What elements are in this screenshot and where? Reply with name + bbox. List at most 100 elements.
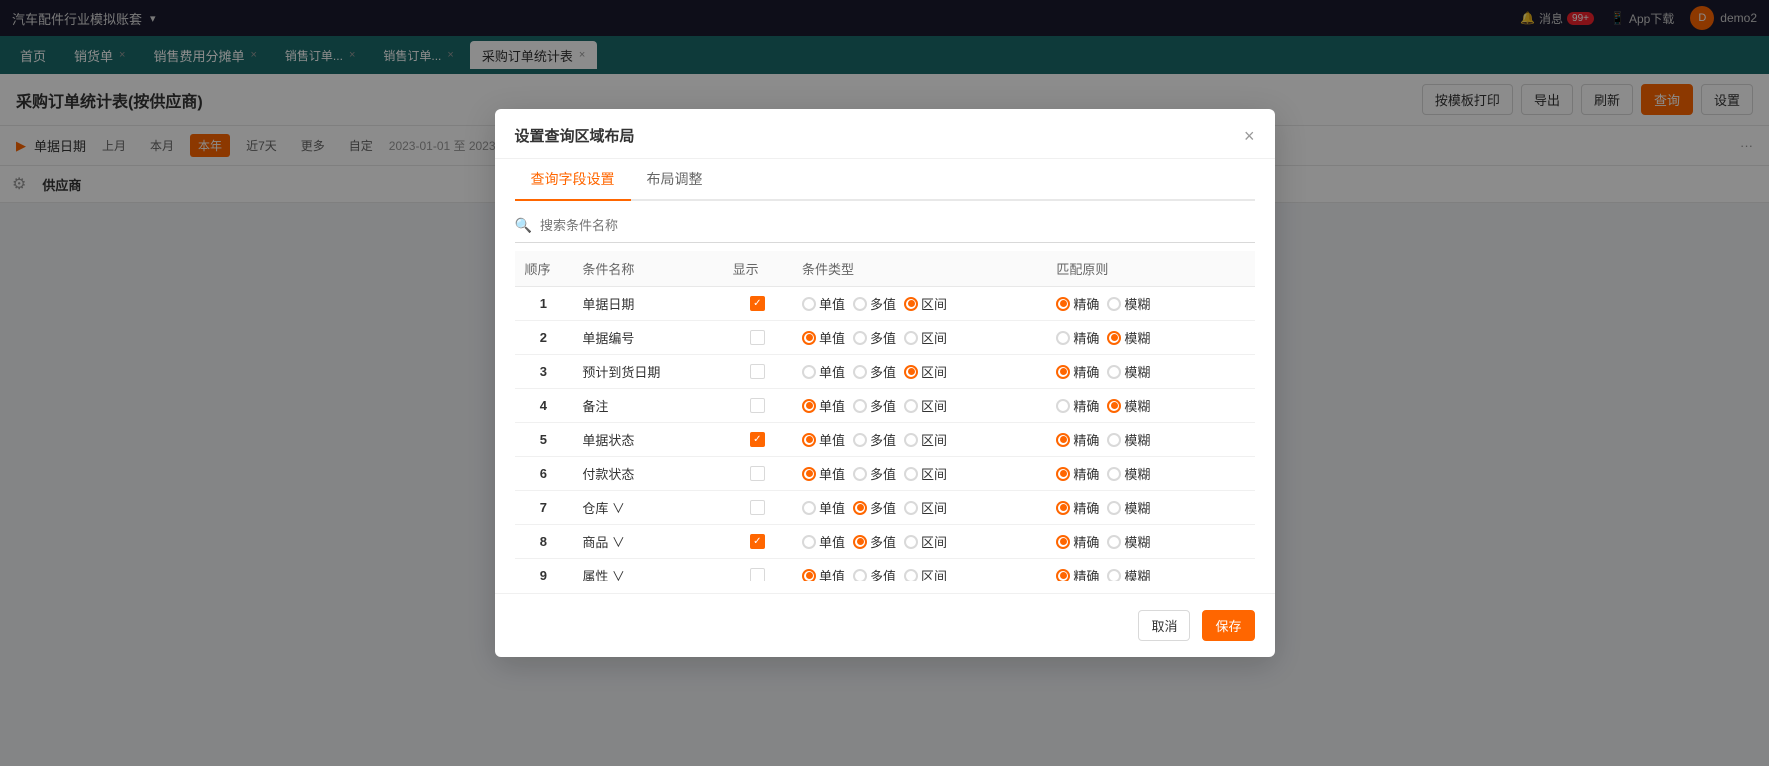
radio-label: 区间 bbox=[921, 294, 947, 313]
type-radio-item[interactable]: 多值 bbox=[853, 362, 896, 381]
type-radio-item[interactable]: 单值 bbox=[802, 294, 845, 313]
match-radio-item[interactable]: 精确 bbox=[1056, 328, 1099, 347]
type-radio-item[interactable]: 多值 bbox=[853, 498, 896, 517]
match-radio-item[interactable]: 模糊 bbox=[1107, 294, 1150, 313]
tab-layout-adjust[interactable]: 布局调整 bbox=[631, 159, 719, 201]
display-checkbox[interactable] bbox=[750, 330, 765, 345]
modal-search-area: 🔍 bbox=[515, 213, 1255, 243]
display-checkbox[interactable] bbox=[750, 398, 765, 413]
cell-display[interactable] bbox=[723, 423, 792, 457]
radio-label: 多值 bbox=[870, 566, 896, 581]
modal-header: 设置查询区域布局 × bbox=[495, 109, 1275, 159]
cell-display[interactable] bbox=[723, 287, 792, 321]
type-radio-item[interactable]: 单值 bbox=[802, 362, 845, 381]
type-radio-item[interactable]: 区间 bbox=[904, 464, 947, 483]
radio-circle bbox=[1107, 399, 1121, 413]
display-checkbox[interactable] bbox=[750, 534, 765, 549]
match-radio-item[interactable]: 模糊 bbox=[1107, 396, 1150, 415]
match-radio-item[interactable]: 模糊 bbox=[1107, 464, 1150, 483]
cell-display[interactable] bbox=[723, 389, 792, 423]
match-radio-item[interactable]: 精确 bbox=[1056, 566, 1099, 581]
cell-display[interactable] bbox=[723, 559, 792, 582]
type-radio-item[interactable]: 单值 bbox=[802, 430, 845, 449]
match-radio-item[interactable]: 精确 bbox=[1056, 294, 1099, 313]
match-radio-item[interactable]: 精确 bbox=[1056, 498, 1099, 517]
type-radio-item[interactable]: 多值 bbox=[853, 566, 896, 581]
type-radio-item[interactable]: 单值 bbox=[802, 498, 845, 517]
radio-circle bbox=[853, 569, 867, 582]
type-radio-item[interactable]: 区间 bbox=[904, 396, 947, 415]
match-radio-item[interactable]: 精确 bbox=[1056, 464, 1099, 483]
type-radio-item[interactable]: 多值 bbox=[853, 430, 896, 449]
display-checkbox[interactable] bbox=[750, 500, 765, 515]
type-radio-item[interactable]: 多值 bbox=[853, 464, 896, 483]
type-radio-item[interactable]: 区间 bbox=[904, 328, 947, 347]
modal-search-input[interactable] bbox=[532, 218, 1255, 233]
type-radio-item[interactable]: 单值 bbox=[802, 532, 845, 551]
radio-label: 模糊 bbox=[1124, 396, 1150, 415]
modal-close-button[interactable]: × bbox=[1244, 127, 1255, 145]
match-radio-item[interactable]: 精确 bbox=[1056, 532, 1099, 551]
display-checkbox[interactable] bbox=[750, 466, 765, 481]
table-row: 5单据状态单值多值区间精确模糊 bbox=[515, 423, 1255, 457]
cell-name: 单据日期 bbox=[572, 287, 722, 321]
type-radio-item[interactable]: 多值 bbox=[853, 396, 896, 415]
radio-circle bbox=[904, 535, 918, 549]
settings-table: 顺序 条件名称 显示 条件类型 匹配原则 1单据日期单值多值区间精确模糊2单据编… bbox=[515, 251, 1255, 581]
cell-display[interactable] bbox=[723, 457, 792, 491]
type-radio-item[interactable]: 单值 bbox=[802, 396, 845, 415]
match-radio-item[interactable]: 模糊 bbox=[1107, 362, 1150, 381]
radio-circle bbox=[1056, 535, 1070, 549]
cell-display[interactable] bbox=[723, 525, 792, 559]
match-radio-item[interactable]: 模糊 bbox=[1107, 566, 1150, 581]
cell-name: 属性 ∨ bbox=[572, 559, 722, 582]
cell-display[interactable] bbox=[723, 321, 792, 355]
type-radio-item[interactable]: 区间 bbox=[904, 566, 947, 581]
table-row: 1单据日期单值多值区间精确模糊 bbox=[515, 287, 1255, 321]
th-order: 顺序 bbox=[515, 251, 573, 287]
match-radio-item[interactable]: 模糊 bbox=[1107, 430, 1150, 449]
radio-circle bbox=[853, 467, 867, 481]
table-row: 7仓库 ∨单值多值区间精确模糊 bbox=[515, 491, 1255, 525]
type-radio-item[interactable]: 区间 bbox=[904, 294, 947, 313]
display-checkbox[interactable] bbox=[750, 364, 765, 379]
match-radio-item[interactable]: 模糊 bbox=[1107, 498, 1150, 517]
type-radio-item[interactable]: 区间 bbox=[904, 498, 947, 517]
cancel-button[interactable]: 取消 bbox=[1138, 610, 1190, 641]
display-checkbox[interactable] bbox=[750, 568, 765, 581]
type-radio-item[interactable]: 单值 bbox=[802, 328, 845, 347]
tab-query-fields[interactable]: 查询字段设置 bbox=[515, 159, 631, 201]
cell-display[interactable] bbox=[723, 355, 792, 389]
cell-type: 单值多值区间 bbox=[792, 457, 1046, 491]
type-radio-item[interactable]: 单值 bbox=[802, 464, 845, 483]
radio-label: 多值 bbox=[870, 498, 896, 517]
type-radio-item[interactable]: 多值 bbox=[853, 328, 896, 347]
radio-label: 单值 bbox=[819, 328, 845, 347]
settings-table-scroll[interactable]: 顺序 条件名称 显示 条件类型 匹配原则 1单据日期单值多值区间精确模糊2单据编… bbox=[515, 251, 1255, 581]
table-row: 9属性 ∨单值多值区间精确模糊 bbox=[515, 559, 1255, 582]
match-radio-item[interactable]: 精确 bbox=[1056, 430, 1099, 449]
type-radio-item[interactable]: 多值 bbox=[853, 532, 896, 551]
radio-label: 精确 bbox=[1073, 328, 1099, 347]
type-radio-item[interactable]: 区间 bbox=[904, 362, 947, 381]
type-radio-item[interactable]: 单值 bbox=[802, 566, 845, 581]
match-radio-item[interactable]: 模糊 bbox=[1107, 328, 1150, 347]
cell-match: 精确模糊 bbox=[1046, 423, 1254, 457]
match-radio-item[interactable]: 精确 bbox=[1056, 396, 1099, 415]
cell-match: 精确模糊 bbox=[1046, 559, 1254, 582]
radio-circle bbox=[1107, 535, 1121, 549]
modal-search-icon: 🔍 bbox=[515, 217, 532, 234]
type-radio-item[interactable]: 区间 bbox=[904, 532, 947, 551]
match-radio-item[interactable]: 模糊 bbox=[1107, 532, 1150, 551]
match-radio-item[interactable]: 精确 bbox=[1056, 362, 1099, 381]
radio-circle bbox=[1107, 569, 1121, 582]
display-checkbox[interactable] bbox=[750, 296, 765, 311]
cell-display[interactable] bbox=[723, 491, 792, 525]
radio-label: 精确 bbox=[1073, 498, 1099, 517]
type-radio-item[interactable]: 区间 bbox=[904, 430, 947, 449]
type-radio-item[interactable]: 多值 bbox=[853, 294, 896, 313]
save-button[interactable]: 保存 bbox=[1202, 610, 1254, 641]
th-name: 条件名称 bbox=[572, 251, 722, 287]
display-checkbox[interactable] bbox=[750, 432, 765, 447]
radio-circle bbox=[802, 433, 816, 447]
